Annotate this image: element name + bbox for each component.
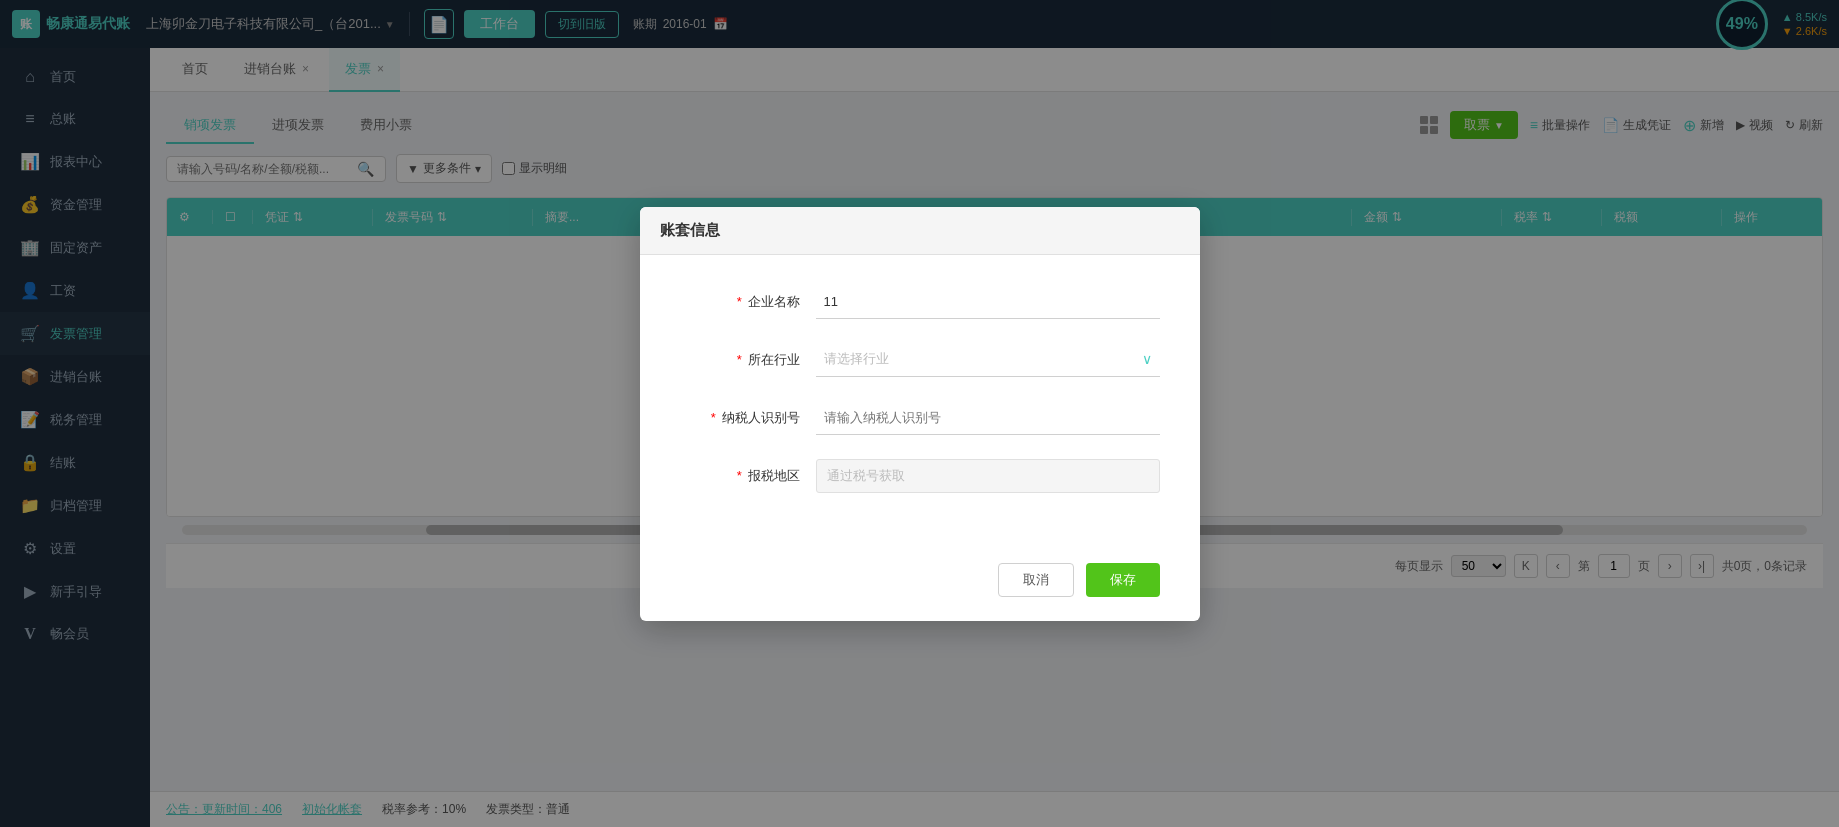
dialog-header: 账套信息	[640, 207, 1200, 255]
form-row-industry: * 所在行业 请选择行业 ∨	[680, 343, 1160, 377]
form-row-tax-region: * 报税地区 通过税号获取	[680, 459, 1160, 493]
industry-select[interactable]: 请选择行业 ∨	[816, 343, 1160, 377]
tax-region-placeholder: 通过税号获取	[827, 467, 905, 485]
form-row-tax-id: * 纳税人识别号	[680, 401, 1160, 435]
save-button[interactable]: 保存	[1086, 563, 1160, 597]
industry-placeholder: 请选择行业	[824, 350, 889, 368]
company-name-label: * 企业名称	[680, 293, 800, 311]
dialog-title: 账套信息	[660, 221, 720, 238]
tax-id-field[interactable]	[816, 401, 1160, 435]
tax-id-label: * 纳税人识别号	[680, 409, 800, 427]
cancel-button[interactable]: 取消	[998, 563, 1074, 597]
tax-region-field: 通过税号获取	[816, 459, 1160, 493]
dialog-body: * 企业名称 * 所在行业 请选择行业 ∨ * 纳	[640, 255, 1200, 547]
required-marker: *	[737, 294, 742, 309]
form-row-company: * 企业名称	[680, 285, 1160, 319]
industry-dropdown-arrow-icon: ∨	[1142, 351, 1152, 367]
dialog: 账套信息 * 企业名称 * 所在行业 请选择行业 ∨	[640, 207, 1200, 621]
tax-region-label: * 报税地区	[680, 467, 800, 485]
modal-overlay: 账套信息 * 企业名称 * 所在行业 请选择行业 ∨	[0, 0, 1839, 827]
company-name-field[interactable]	[816, 285, 1160, 319]
dialog-footer: 取消 保存	[640, 547, 1200, 621]
required-marker: *	[711, 410, 716, 425]
industry-label: * 所在行业	[680, 351, 800, 369]
required-marker: *	[737, 468, 742, 483]
required-marker: *	[737, 352, 742, 367]
